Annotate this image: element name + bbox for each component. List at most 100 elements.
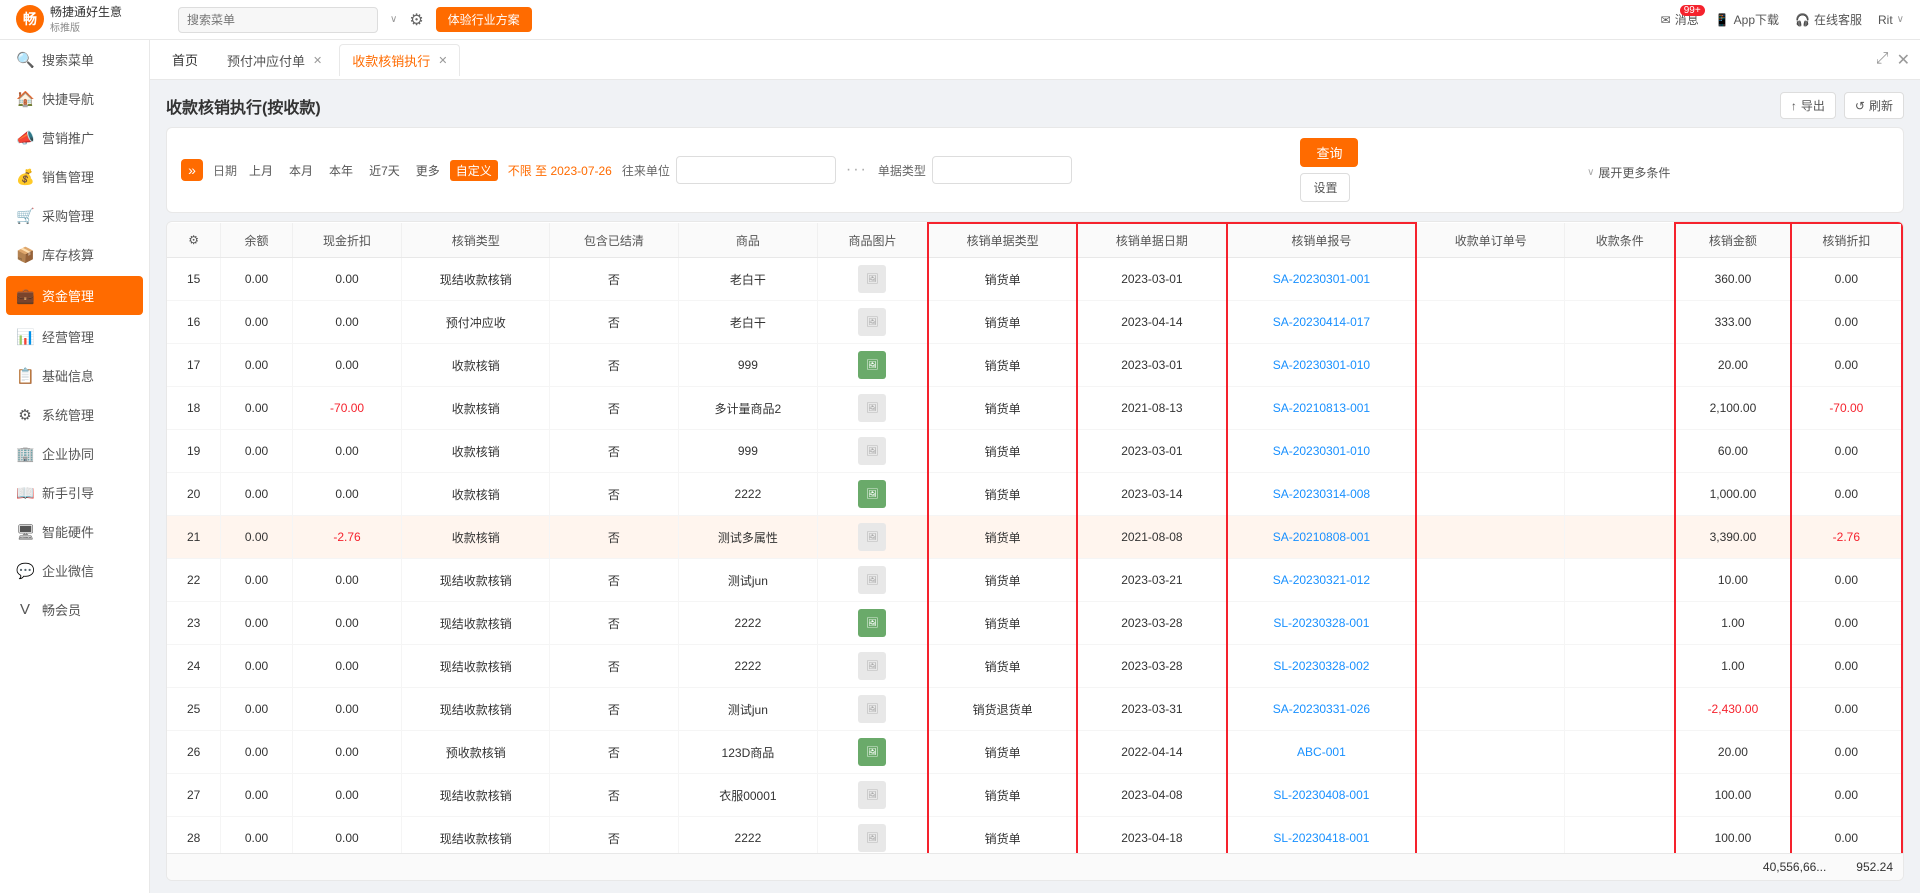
industry-btn[interactable]: 体验行业方案 (436, 7, 532, 32)
export-btn[interactable]: ↑ 导出 (1780, 92, 1836, 119)
cell-receipt-cond (1565, 258, 1675, 301)
cell-receipt-no (1416, 301, 1565, 344)
page-header: 收款核销执行(按收款) ↑ 导出 ↺ 刷新 (166, 92, 1904, 119)
sidebar-item-sales[interactable]: 💰销售管理 (0, 157, 149, 196)
sidebar-item-hardware[interactable]: 🖥智能硬件 (0, 512, 149, 551)
bill-no-link[interactable]: SL-20230328-002 (1273, 659, 1369, 673)
cell-bill-no[interactable]: SA-20210808-001 (1227, 516, 1417, 559)
sidebar-icon-sales: 💰 (16, 168, 34, 186)
sidebar-item-search[interactable]: 🔍搜索菜单 (0, 40, 149, 79)
sidebar-item-guide[interactable]: 📖新手引导 (0, 473, 149, 512)
cell-bill-no[interactable]: SL-20230408-001 (1227, 774, 1417, 817)
tab-prepay-close-icon[interactable]: ✕ (313, 54, 322, 67)
bill-no-link[interactable]: SL-20230328-001 (1273, 616, 1369, 630)
cell-cancel-amount: 20.00 (1675, 731, 1791, 774)
refresh-btn[interactable]: ↺ 刷新 (1844, 92, 1904, 119)
bill-no-link[interactable]: SA-20230414-017 (1273, 315, 1370, 329)
sidebar-label-corp: 企业协同 (42, 444, 94, 463)
cell-bill-no[interactable]: SL-20230328-002 (1227, 645, 1417, 688)
date-btn-more[interactable]: 更多 (410, 160, 446, 181)
filter-expand-btn[interactable]: » (181, 159, 203, 181)
sidebar-item-system[interactable]: ⚙系统管理 (0, 395, 149, 434)
bill-no-link[interactable]: SA-20230301-010 (1273, 358, 1370, 372)
cell-cancel-type: 收款核销 (402, 344, 550, 387)
sidebar-item-purchase[interactable]: 🛒采购管理 (0, 196, 149, 235)
sidebar-item-quick[interactable]: 🏠快捷导航 (0, 79, 149, 118)
bill-no-link[interactable]: SA-20230321-012 (1273, 573, 1370, 587)
cell-no: 21 (167, 516, 221, 559)
sidebar-item-business[interactable]: 📊经营管理 (0, 317, 149, 356)
bill-no-link[interactable]: SA-20230301-001 (1273, 272, 1370, 286)
bill-no-link[interactable]: SA-20210808-001 (1273, 530, 1370, 544)
expand-more-btn[interactable]: ∨ 展开更多条件 (1587, 160, 1670, 181)
cell-goods: 2222 (678, 645, 817, 688)
bill-no-link[interactable]: SL-20230418-001 (1273, 831, 1369, 845)
sidebar-item-base[interactable]: 📋基础信息 (0, 356, 149, 395)
date-btn-this-year[interactable]: 本年 (323, 160, 359, 181)
cell-bill-no[interactable]: SA-20230301-010 (1227, 430, 1417, 473)
date-btn-7days[interactable]: 近7天 (363, 160, 406, 181)
cell-bill-no[interactable]: SA-20230314-008 (1227, 473, 1417, 516)
cell-bill-date: 2023-03-01 (1077, 344, 1226, 387)
tab-receipt-close-icon[interactable]: ✕ (438, 54, 447, 67)
date-btn-custom[interactable]: 自定义 (450, 160, 498, 181)
sidebar-label-system: 系统管理 (42, 405, 94, 424)
sidebar-item-vip[interactable]: V畅会员 (0, 590, 149, 629)
date-btn-this-month[interactable]: 本月 (283, 160, 319, 181)
cell-receipt-no (1416, 516, 1565, 559)
tab-home[interactable]: 首页 (160, 44, 210, 75)
sidebar-item-corp[interactable]: 🏢企业协同 (0, 434, 149, 473)
cell-bill-no[interactable]: SA-20210813-001 (1227, 387, 1417, 430)
cell-bill-type: 销货单 (928, 473, 1077, 516)
cell-bill-no[interactable]: SA-20230331-026 (1227, 688, 1417, 731)
cell-cancel-type: 现结收款核销 (402, 774, 550, 817)
settings-btn[interactable]: 设置 (1300, 173, 1350, 202)
sidebar-icon-capital: 💼 (16, 287, 34, 305)
bill-no-link[interactable]: SA-20230314-008 (1273, 487, 1370, 501)
query-btn[interactable]: 查询 (1300, 138, 1358, 167)
filter-bar: » 日期 上月 本月 本年 近7天 更多 自定义 不限 至 2023-07-26 (166, 127, 1904, 213)
cell-bill-type: 销货单 (928, 430, 1077, 473)
online-service-btn[interactable]: 🎧 在线客服 (1795, 11, 1862, 28)
bill-no-link[interactable]: SL-20230408-001 (1273, 788, 1369, 802)
type-select[interactable] (932, 156, 1072, 184)
user-name-area[interactable]: Rit ∨ (1878, 13, 1904, 27)
sidebar-item-wechat[interactable]: 💬企业微信 (0, 551, 149, 590)
cell-balance: 0.00 (221, 731, 292, 774)
cell-cancel-amount: 10.00 (1675, 559, 1791, 602)
col-header-gear[interactable]: ⚙ (167, 223, 221, 258)
sidebar-item-capital[interactable]: 💼资金管理 (6, 276, 143, 315)
cell-bill-no[interactable]: SA-20230414-017 (1227, 301, 1417, 344)
tab-close-all-icon[interactable]: ✕ (1897, 50, 1910, 70)
bill-no-link[interactable]: SA-20230301-010 (1273, 444, 1370, 458)
cell-goods: 测试jun (678, 688, 817, 731)
dots-icon[interactable]: ··· (846, 161, 868, 179)
cell-bill-no[interactable]: SL-20230328-001 (1227, 602, 1417, 645)
cell-bill-no[interactable]: SA-20230301-001 (1227, 258, 1417, 301)
tab-maximize-icon[interactable]: ⤢ (1876, 50, 1889, 70)
cell-receipt-cond (1565, 559, 1675, 602)
cell-bill-no[interactable]: SA-20230301-010 (1227, 344, 1417, 387)
cell-bill-no[interactable]: SL-20230418-001 (1227, 817, 1417, 854)
bill-no-link[interactable]: ABC-001 (1297, 745, 1346, 759)
partner-input[interactable] (676, 156, 836, 184)
top-search-input[interactable] (178, 7, 378, 33)
cell-bill-no[interactable]: SA-20230321-012 (1227, 559, 1417, 602)
cell-bill-no[interactable]: ABC-001 (1227, 731, 1417, 774)
tab-prepay[interactable]: 预付冲应付单 ✕ (214, 44, 335, 76)
date-btn-last-month[interactable]: 上月 (243, 160, 279, 181)
bill-no-link[interactable]: SA-20230331-026 (1273, 702, 1370, 716)
sidebar-item-marketing[interactable]: 📣营销推广 (0, 118, 149, 157)
app-download-btn[interactable]: 📱 App下载 (1715, 11, 1779, 28)
sidebar-item-stock[interactable]: 📦库存核算 (0, 235, 149, 274)
gear-icon[interactable]: ⚙ (409, 10, 423, 30)
tab-receipt[interactable]: 收款核销执行 ✕ (339, 44, 460, 76)
cell-no: 25 (167, 688, 221, 731)
cell-goods: 2222 (678, 817, 817, 854)
table-scroll[interactable]: ⚙ 余额 现金折扣 核销类型 包含已结清 商品 商品图片 核销单据类型 核销单据… (167, 222, 1903, 853)
message-btn[interactable]: ✉ 消息 99+ (1661, 11, 1699, 28)
bill-no-link[interactable]: SA-20210813-001 (1273, 401, 1370, 415)
download-icon: 📱 (1715, 13, 1730, 27)
tab-receipt-label: 收款核销执行 (352, 51, 430, 70)
cell-discount: 0.00 (292, 301, 402, 344)
